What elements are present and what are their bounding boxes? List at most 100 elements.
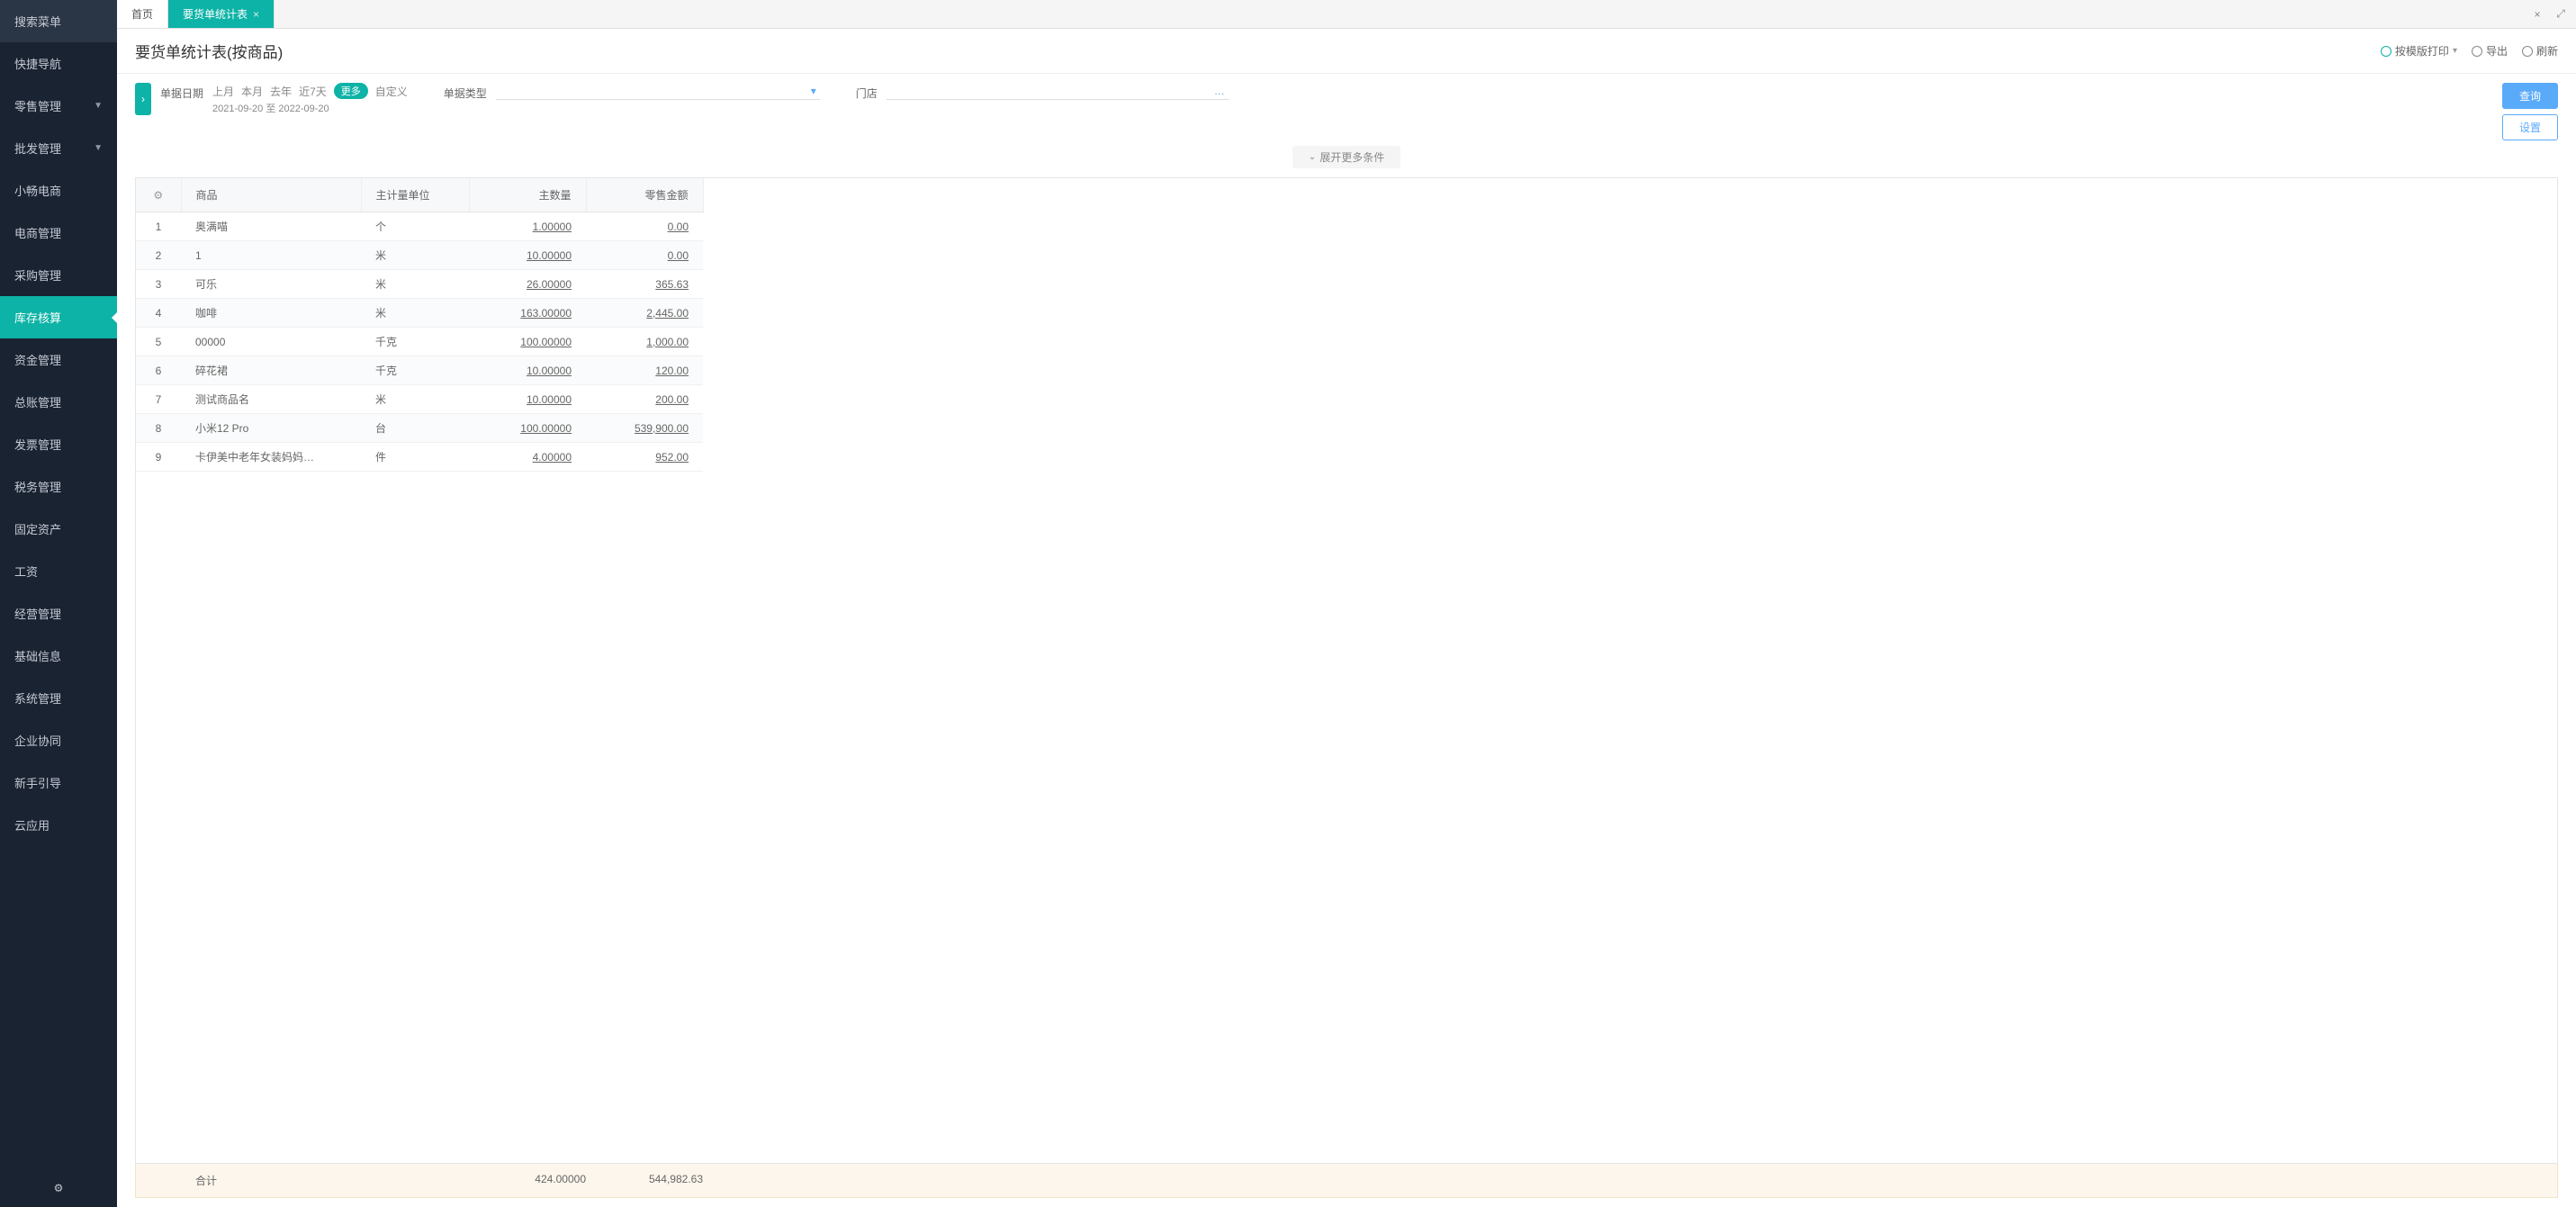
sidebar-item-label: 零售管理 bbox=[14, 97, 61, 114]
sidebar-item-13[interactable]: 工资 bbox=[0, 550, 117, 592]
tab-active[interactable]: 要货单统计表 × bbox=[168, 0, 275, 28]
sidebar-item-12[interactable]: 固定资产 bbox=[0, 508, 117, 550]
row-amount[interactable]: 0.00 bbox=[586, 241, 703, 270]
row-amount[interactable]: 952.00 bbox=[586, 443, 703, 472]
row-qty[interactable]: 1.00000 bbox=[469, 212, 586, 241]
row-qty[interactable]: 100.00000 bbox=[469, 414, 586, 443]
row-qty[interactable]: 10.00000 bbox=[469, 241, 586, 270]
date-opt-7days[interactable]: 近7天 bbox=[299, 84, 327, 99]
table-row[interactable]: 21米10.000000.00 bbox=[136, 241, 703, 270]
radio-icon bbox=[2472, 46, 2482, 57]
sidebar-item-label: 电商管理 bbox=[14, 224, 61, 241]
row-unit: 千克 bbox=[361, 356, 469, 385]
row-amount[interactable]: 120.00 bbox=[586, 356, 703, 385]
close-icon: × bbox=[2534, 8, 2540, 21]
sidebar-item-17[interactable]: 企业协同 bbox=[0, 719, 117, 761]
table-row[interactable]: 9卡伊美中老年女装妈妈…件4.00000952.00 bbox=[136, 443, 703, 472]
settings-gear[interactable]: ⚙ bbox=[0, 1169, 117, 1207]
row-unit: 千克 bbox=[361, 328, 469, 356]
row-amount[interactable]: 0.00 bbox=[586, 212, 703, 241]
row-index: 4 bbox=[136, 299, 181, 328]
date-custom[interactable]: 自定义 bbox=[375, 84, 408, 99]
sidebar-item-6[interactable]: 采购管理 bbox=[0, 254, 117, 296]
expand-more-conditions[interactable]: ⌄ 展开更多条件 bbox=[1293, 146, 1401, 168]
sidebar-item-label: 税务管理 bbox=[14, 478, 61, 495]
export-action[interactable]: 导出 bbox=[2472, 43, 2508, 59]
table-footer-total: 合计 424.00000 544,982.63 bbox=[135, 1164, 2558, 1198]
date-opt-this-month[interactable]: 本月 bbox=[241, 84, 263, 99]
col-amount[interactable]: 零售金额 bbox=[586, 178, 703, 212]
date-opt-prev-month[interactable]: 上月 bbox=[212, 84, 234, 99]
sidebar-item-label: 经营管理 bbox=[14, 605, 61, 622]
table-row[interactable]: 6碎花裙千克10.00000120.00 bbox=[136, 356, 703, 385]
tab-close-all[interactable]: × bbox=[2527, 5, 2547, 24]
sidebar-item-label: 批发管理 bbox=[14, 140, 61, 157]
sidebar-item-label: 总账管理 bbox=[14, 393, 61, 410]
table-row[interactable]: 7测试商品名米10.00000200.00 bbox=[136, 385, 703, 414]
sidebar-item-15[interactable]: 基础信息 bbox=[0, 635, 117, 677]
store-select[interactable]: … bbox=[887, 83, 1229, 100]
sidebar-item-5[interactable]: 电商管理 bbox=[0, 212, 117, 254]
date-opt-last-year[interactable]: 去年 bbox=[270, 84, 292, 99]
close-icon[interactable]: × bbox=[253, 8, 259, 21]
sidebar-item-label: 资金管理 bbox=[14, 351, 61, 368]
row-qty[interactable]: 26.00000 bbox=[469, 270, 586, 299]
row-qty[interactable]: 4.00000 bbox=[469, 443, 586, 472]
filter-date-label: 单据日期 bbox=[160, 83, 203, 101]
sidebar-item-10[interactable]: 发票管理 bbox=[0, 423, 117, 465]
row-amount[interactable]: 365.63 bbox=[586, 270, 703, 299]
tab-home[interactable]: 首页 bbox=[117, 0, 168, 28]
sidebar-item-label: 工资 bbox=[14, 563, 38, 580]
row-amount[interactable]: 2,445.00 bbox=[586, 299, 703, 328]
filter-store-label: 门店 bbox=[856, 83, 878, 101]
collapse-handle[interactable]: › bbox=[135, 83, 151, 115]
row-qty[interactable]: 10.00000 bbox=[469, 385, 586, 414]
sidebar-item-18[interactable]: 新手引导 bbox=[0, 761, 117, 804]
row-qty[interactable]: 10.00000 bbox=[469, 356, 586, 385]
row-unit: 个 bbox=[361, 212, 469, 241]
col-product[interactable]: 商品 bbox=[181, 178, 361, 212]
row-unit: 米 bbox=[361, 299, 469, 328]
row-qty[interactable]: 163.00000 bbox=[469, 299, 586, 328]
col-settings[interactable]: ⚙ bbox=[136, 178, 181, 212]
col-qty[interactable]: 主数量 bbox=[469, 178, 586, 212]
tab-fullscreen[interactable]: ⤢ bbox=[2551, 5, 2571, 24]
row-amount[interactable]: 1,000.00 bbox=[586, 328, 703, 356]
row-qty[interactable]: 100.00000 bbox=[469, 328, 586, 356]
query-button[interactable]: 查询 bbox=[2502, 83, 2558, 109]
date-more-tag[interactable]: 更多 bbox=[334, 83, 368, 99]
expand-more-label: 展开更多条件 bbox=[1320, 149, 1384, 165]
row-amount[interactable]: 539,900.00 bbox=[586, 414, 703, 443]
sidebar-item-16[interactable]: 系统管理 bbox=[0, 677, 117, 719]
sidebar-item-7[interactable]: 库存核算 bbox=[0, 296, 117, 338]
col-unit[interactable]: 主计量单位 bbox=[361, 178, 469, 212]
sidebar-item-3[interactable]: 批发管理▼ bbox=[0, 127, 117, 169]
sidebar-item-2[interactable]: 零售管理▼ bbox=[0, 85, 117, 127]
bill-type-select[interactable]: ▾ bbox=[496, 83, 820, 100]
sidebar-item-0[interactable]: 搜索菜单 bbox=[0, 0, 117, 42]
table-row[interactable]: 8小米12 Pro台100.00000539,900.00 bbox=[136, 414, 703, 443]
table-row[interactable]: 500000千克100.000001,000.00 bbox=[136, 328, 703, 356]
table-row[interactable]: 4咖啡米163.000002,445.00 bbox=[136, 299, 703, 328]
sidebar-item-8[interactable]: 资金管理 bbox=[0, 338, 117, 381]
sidebar-item-4[interactable]: 小畅电商 bbox=[0, 169, 117, 212]
sidebar-item-11[interactable]: 税务管理 bbox=[0, 465, 117, 508]
row-amount[interactable]: 200.00 bbox=[586, 385, 703, 414]
filter-store: 门店 … bbox=[856, 83, 1229, 101]
sidebar-item-19[interactable]: 云应用 bbox=[0, 804, 117, 846]
sidebar-item-label: 库存核算 bbox=[14, 309, 61, 326]
sidebar-item-label: 企业协同 bbox=[14, 732, 61, 749]
sidebar-item-label: 基础信息 bbox=[14, 647, 61, 664]
print-template-action[interactable]: 按模版打印 ▾ bbox=[2381, 43, 2457, 59]
sidebar-item-14[interactable]: 经营管理 bbox=[0, 592, 117, 635]
row-unit: 米 bbox=[361, 241, 469, 270]
row-product: 卡伊美中老年女装妈妈… bbox=[181, 443, 361, 472]
settings-button[interactable]: 设置 bbox=[2502, 114, 2558, 140]
refresh-action[interactable]: 刷新 bbox=[2522, 43, 2558, 59]
sidebar-item-1[interactable]: 快捷导航 bbox=[0, 42, 117, 85]
table-row[interactable]: 3可乐米26.00000365.63 bbox=[136, 270, 703, 299]
row-index: 9 bbox=[136, 443, 181, 472]
row-unit: 米 bbox=[361, 270, 469, 299]
table-row[interactable]: 1奥满喵个1.000000.00 bbox=[136, 212, 703, 241]
sidebar-item-9[interactable]: 总账管理 bbox=[0, 381, 117, 423]
